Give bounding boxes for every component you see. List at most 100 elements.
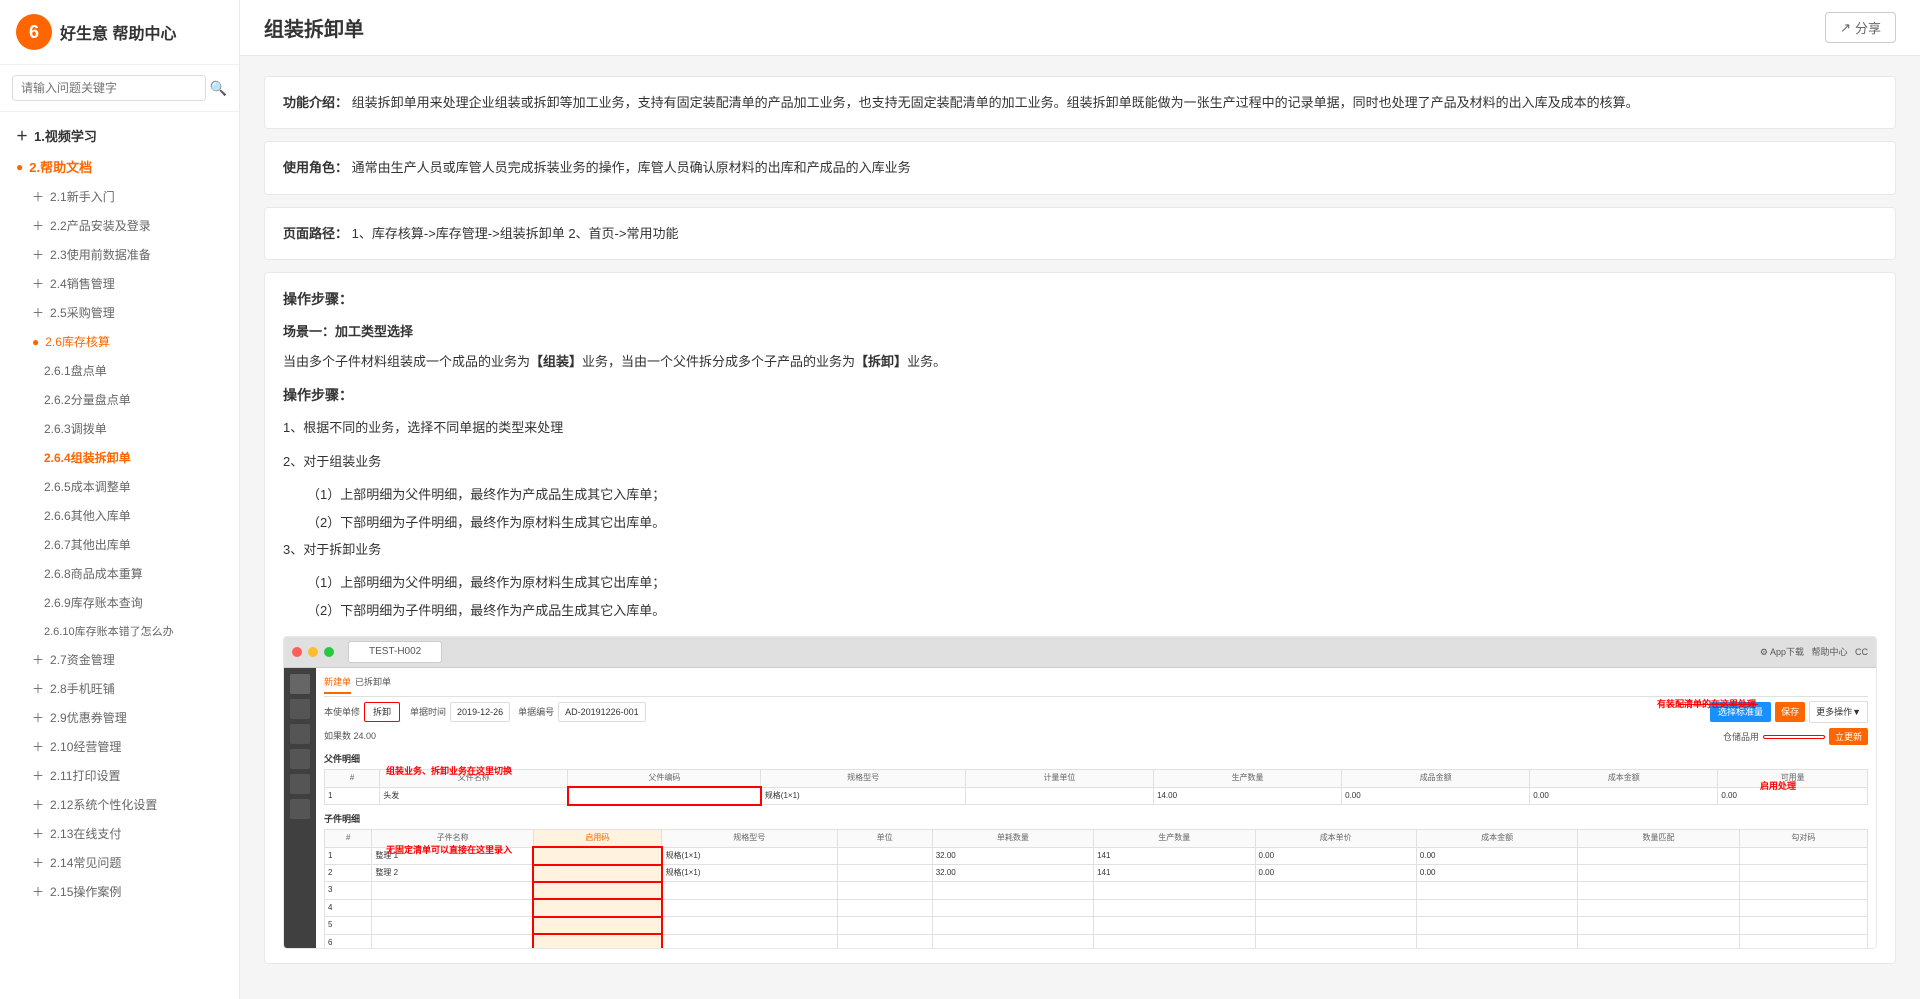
nav-tree: ＋ 1.视频学习 ● 2.帮助文档 ＋ 2.1新手入门 ＋ 2.2产品安装及登录… (0, 112, 239, 999)
content-area: 功能介绍： 组装拆卸单用来处理企业组装或拆卸等加工业务，支持有固定装配清单的产品… (240, 56, 1920, 999)
sidebar-item-adjust[interactable]: 2.6.3调拨单 (0, 414, 239, 443)
screenshot-parent-table: # 父件名称 父件编码 规格型号 计量单位 生产数量 成品金额 成本金额 可用量 (324, 769, 1868, 806)
sidebar-item-stockcheck[interactable]: 2.6.9库存账本查询 (0, 588, 239, 617)
plus-icon-print: ＋ (32, 767, 44, 784)
screenshot-child-table-label: 子件明细 (324, 811, 1868, 827)
sidebar-item-prepare[interactable]: ＋ 2.3使用前数据准备 (0, 240, 239, 269)
top-bar: 组装拆卸单 ↗ 分享 (240, 0, 1920, 56)
screenshot-btn-save[interactable]: 保存 (1775, 702, 1805, 722)
role-block: 使用角色： 通常由生产人员或库管人员完成拆装业务的操作，库管人员确认原材料的出库… (264, 141, 1896, 194)
sidebar-item-ops[interactable]: ＋ 2.10经营管理 (0, 732, 239, 761)
main-area: 组装拆卸单 ↗ 分享 功能介绍： 组装拆卸单用来处理企业组装或拆卸等加工业务，支… (240, 0, 1920, 999)
step1: 1、根据不同的业务，选择不同单据的类型来处理 (283, 416, 1877, 439)
page-title: 组装拆卸单 (264, 13, 364, 42)
screenshot-no-value: AD-20191226-001 (558, 702, 646, 722)
scene1-desc: 当由多个子件材料组装成一个成品的业务为【组装】业务，当由一个父件拆分成多个子产品… (283, 350, 1877, 373)
plus-icon-new: ＋ (32, 188, 44, 205)
screenshot-label-type: 本使单修 (324, 704, 360, 720)
sidebar-item-inventory[interactable]: ● 2.6库存核算 (0, 327, 239, 356)
intro-text: 组装拆卸单用来处理企业组装或拆卸等加工业务，支持有固定装配清单的产品加工业务，也… (352, 95, 1639, 110)
logo-icon: 6 (16, 14, 52, 50)
plus-icon-install: ＋ (32, 217, 44, 234)
screenshot-tab-new[interactable]: 新建单 (324, 674, 351, 694)
screenshot-topbar-text: TEST-H002 (348, 641, 442, 663)
sidebar-item-docs[interactable]: ● 2.帮助文档 (0, 151, 239, 182)
sidebar-item-assembly[interactable]: 2.6.4组装拆卸单 (0, 443, 239, 472)
sidebar-item-stocktake[interactable]: 2.6.1盘点单 (0, 356, 239, 385)
search-input[interactable] (12, 75, 206, 101)
plus-icon-ops: ＋ (32, 738, 44, 755)
plus-icon-faq: ＋ (32, 854, 44, 871)
annotation-4: 无固定清单可以直接在这里录入 (386, 842, 512, 858)
step3: 3、对于拆卸业务 (283, 538, 1877, 561)
path-block: 页面路径： 1、库存核算->库存管理->组装拆卸单 2、首页->常用功能 (264, 207, 1896, 260)
plus-icon-payment: ＋ (32, 825, 44, 842)
path-text: 1、库存核算->库存管理->组装拆卸单 2、首页->常用功能 (352, 226, 679, 241)
plus-icon-prepare: ＋ (32, 246, 44, 263)
ops-title: 操作步骤： (283, 287, 1877, 312)
screenshot-warehouse-label: 仓储品用 (1723, 729, 1759, 745)
annotation-2: 组装业务、拆卸业务在这里切换 (386, 763, 512, 779)
screenshot-date-value: 2019-12-26 (450, 702, 510, 722)
sidebar-item-cases[interactable]: ＋ 2.15操作案例 (0, 877, 239, 906)
plus-icon-fund: ＋ (32, 651, 44, 668)
sidebar-item-custom[interactable]: ＋ 2.12系统个性化设置 (0, 790, 239, 819)
sidebar-item-costadj[interactable]: 2.6.5成本调整单 (0, 472, 239, 501)
screenshot-parent-table-label: 父件明细 (324, 751, 1868, 767)
screenshot-field-qty-label: 如果数 24.00 (324, 728, 1715, 744)
sidebar-item-print[interactable]: ＋ 2.11打印设置 (0, 761, 239, 790)
intro-block: 功能介绍： 组装拆卸单用来处理企业组装或拆卸等加工业务，支持有固定装配清单的产品… (264, 76, 1896, 129)
screenshot-child-table: # 子件名称 启用码 规格型号 单位 单耗数量 生产数量 成本单价 成本金额 (324, 829, 1868, 948)
role-label: 使用角色： (283, 160, 348, 175)
step3-sub1: （1）上部明细为父件明细，最终作为原材料生成其它出库单； (283, 571, 1877, 594)
share-button[interactable]: ↗ 分享 (1825, 12, 1896, 43)
screenshot-btn-more[interactable]: 更多操作▼ (1809, 701, 1868, 723)
plus-icon-purchase: ＋ (32, 304, 44, 321)
search-button[interactable]: 🔍 (210, 80, 227, 97)
sidebar-item-new[interactable]: ＋ 2.1新手入门 (0, 182, 239, 211)
screenshot-confirm-btn[interactable]: 立更新 (1829, 728, 1868, 745)
sidebar-item-otherin[interactable]: 2.6.6其他入库单 (0, 501, 239, 530)
sidebar-item-sales[interactable]: ＋ 2.4销售管理 (0, 269, 239, 298)
intro-label: 功能介绍： (283, 95, 348, 110)
minus-icon: ● (16, 160, 23, 174)
annotation-1-line (1678, 704, 1758, 705)
sidebar-item-mobile[interactable]: ＋ 2.8手机旺铺 (0, 674, 239, 703)
minus-icon-inventory: ● (32, 335, 39, 349)
sidebar-item-fund[interactable]: ＋ 2.7资金管理 (0, 645, 239, 674)
step2: 2、对于组装业务 (283, 450, 1877, 473)
screenshot-warehouse-input[interactable] (1763, 735, 1825, 739)
search-box: 🔍 (0, 65, 239, 112)
sidebar-item-stockerr[interactable]: 2.6.10库存账本错了怎么办 (0, 617, 239, 645)
plus-icon: ＋ (16, 127, 28, 144)
sidebar-item-video[interactable]: ＋ 1.视频学习 (0, 120, 239, 151)
ops-block: 操作步骤： 场景一：加工类型选择 当由多个子件材料组装成一个成品的业务为【组装】… (264, 272, 1896, 964)
step2-sub1: （1）上部明细为父件明细，最终作为产成品生成其它入库单； (283, 483, 1877, 506)
sidebar-header: 6 好生意 帮助中心 (0, 0, 239, 65)
screenshot-left-nav (284, 668, 316, 948)
step3-sub2: （2）下部明细为子件明细，最终作为产成品生成其它入库单。 (283, 599, 1877, 622)
plus-icon-sales: ＋ (32, 275, 44, 292)
path-label: 页面路径： (283, 226, 348, 241)
share-icon: ↗ (1840, 20, 1851, 36)
sidebar-item-coupon[interactable]: ＋ 2.9优惠券管理 (0, 703, 239, 732)
sidebar-item-otherout[interactable]: 2.6.7其他出库单 (0, 530, 239, 559)
sidebar-item-payment[interactable]: ＋ 2.13在线支付 (0, 819, 239, 848)
screenshot-type-selector[interactable]: 拆卸 (364, 702, 400, 722)
sidebar-item-faq[interactable]: ＋ 2.14常见问题 (0, 848, 239, 877)
plus-icon-coupon: ＋ (32, 709, 44, 726)
plus-icon-custom: ＋ (32, 796, 44, 813)
sidebar-item-purchase[interactable]: ＋ 2.5采购管理 (0, 298, 239, 327)
plus-icon-mobile: ＋ (32, 680, 44, 697)
sidebar-item-costcalc[interactable]: 2.6.8商品成本重算 (0, 559, 239, 588)
screenshot-label-date: 单据时间 (410, 704, 446, 720)
sidebar-item-install[interactable]: ＋ 2.2产品安装及登录 (0, 211, 239, 240)
sidebar: 6 好生意 帮助中心 🔍 ＋ 1.视频学习 ● 2.帮助文档 ＋ 2.1新手入门… (0, 0, 240, 999)
annotation-3: 启用处理 (1760, 778, 1796, 794)
step2-sub2: （2）下部明细为子件明细，最终作为原材料生成其它出库单。 (283, 511, 1877, 534)
sidebar-title: 好生意 帮助中心 (60, 20, 176, 44)
screenshot-tab-list[interactable]: 已拆卸单 (355, 674, 391, 694)
plus-icon-cases: ＋ (32, 883, 44, 900)
sidebar-item-divstock[interactable]: 2.6.2分量盘点单 (0, 385, 239, 414)
screenshot: TEST-H002 ⚙ App下载 帮助中心 CC (283, 636, 1877, 949)
